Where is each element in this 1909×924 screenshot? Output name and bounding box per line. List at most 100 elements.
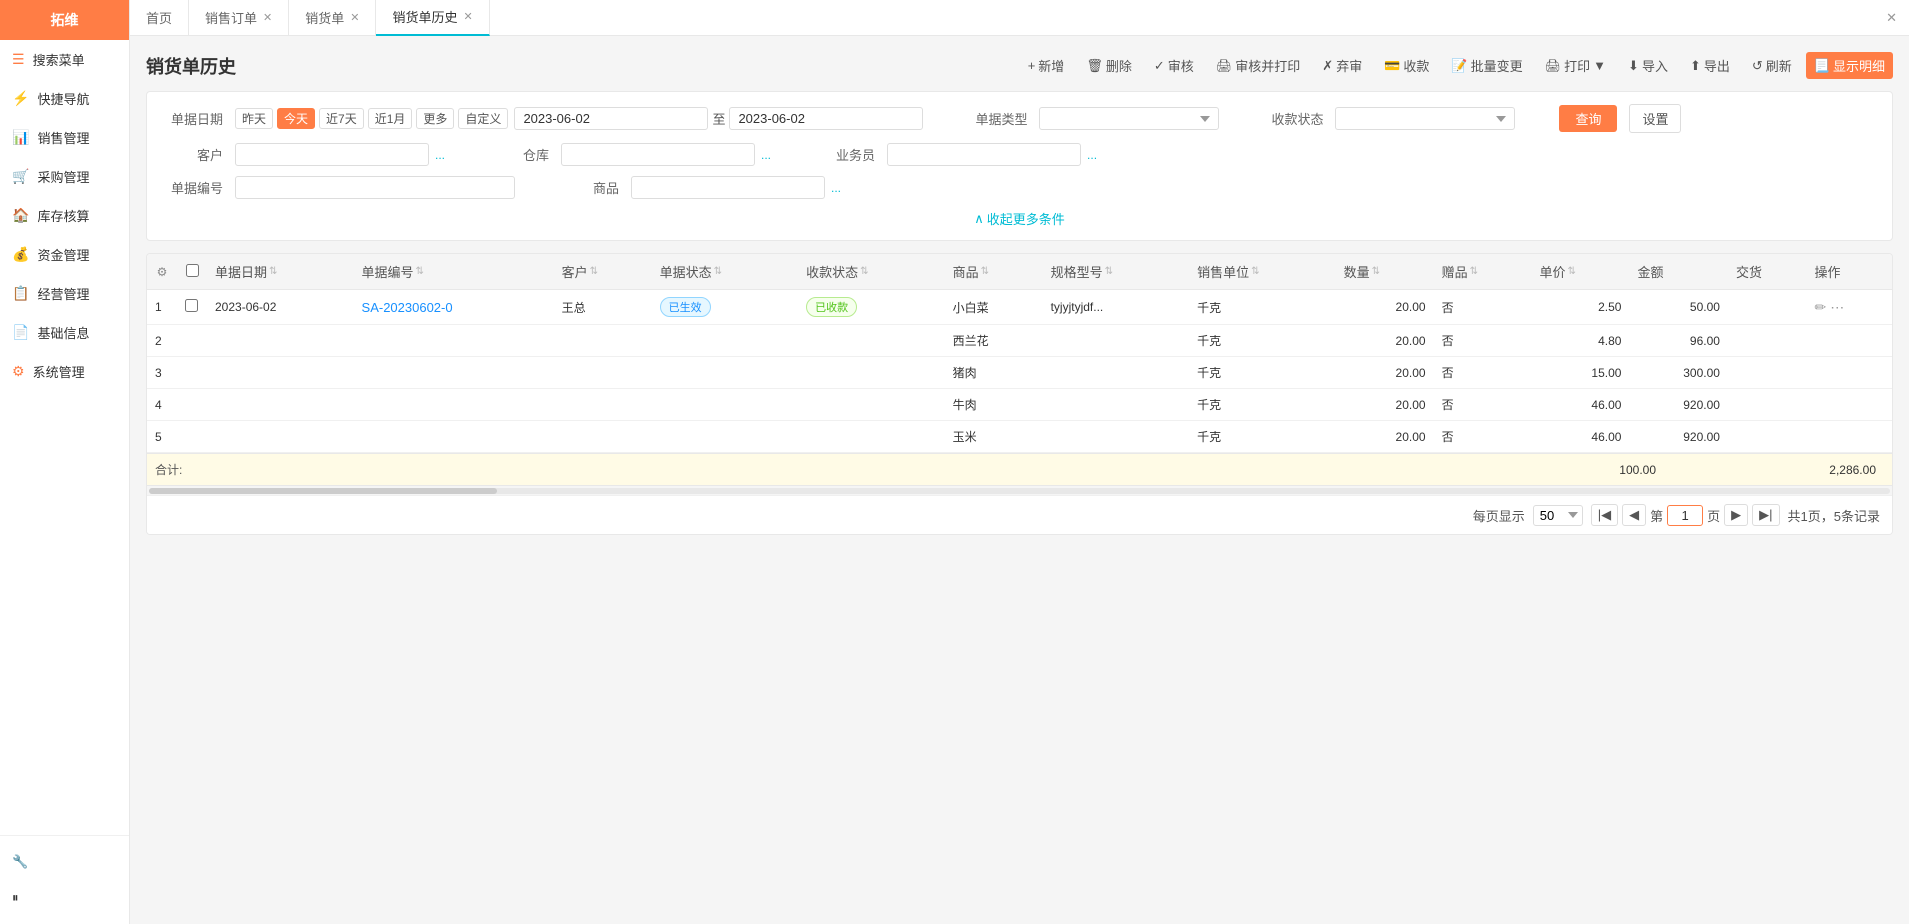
sort-icon-qty[interactable]: ⇅ xyxy=(1372,266,1380,277)
sort-icon-product[interactable]: ⇅ xyxy=(981,266,989,277)
row-product: 牛肉 xyxy=(945,389,1043,421)
print-button[interactable]: 🖨 打印 ▼ xyxy=(1537,52,1614,79)
sort-icon-customer[interactable]: ⇅ xyxy=(590,266,598,277)
next-page-btn[interactable]: ▶ xyxy=(1724,504,1748,526)
sort-icon-spec[interactable]: ⇅ xyxy=(1105,266,1113,277)
salesperson-input[interactable] xyxy=(887,143,1081,166)
row-amount: 920.00 xyxy=(1629,389,1727,421)
collect-button[interactable]: 💳 收款 xyxy=(1376,52,1437,79)
customer-input[interactable] xyxy=(235,143,429,166)
row-doc-no: SA-20230602-0 xyxy=(354,290,554,325)
warehouse-control: ... xyxy=(561,143,771,166)
sidebar-item-finance[interactable]: 💰 资金管理 xyxy=(0,235,129,274)
shortcut-1month[interactable]: 近1月 xyxy=(368,108,413,129)
page-content: 销货单历史 + 新增 🗑 删除 ✓ 审核 🖨 审核并打印 xyxy=(130,36,1909,924)
refresh-button[interactable]: ↺ 刷新 xyxy=(1744,52,1800,79)
sidebar-item-sys-mgmt[interactable]: ⚙ 系统管理 xyxy=(0,352,129,391)
warehouse-picker[interactable]: ... xyxy=(761,148,771,162)
sidebar-item-basic-info[interactable]: 📄 基础信息 xyxy=(0,313,129,352)
show-detail-button[interactable]: 📃 显示明细 xyxy=(1806,52,1893,79)
row-actions: ✏⋯ xyxy=(1806,290,1892,325)
tab-sales-delivery-close[interactable]: ✕ xyxy=(350,11,359,24)
filter-section: 单据日期 昨天 今天 近7天 近1月 更多 自定义 至 xyxy=(146,91,1893,241)
first-page-btn[interactable]: |◀ xyxy=(1591,504,1618,526)
collapse-btn[interactable]: ∧ 收起更多条件 xyxy=(974,209,1065,228)
add-button[interactable]: + 新增 xyxy=(1020,52,1073,79)
last-page-btn[interactable]: ▶| xyxy=(1752,504,1779,526)
sidebar-item-search-menu[interactable]: ☰ 搜索菜单 xyxy=(0,40,129,79)
shortcut-yesterday[interactable]: 昨天 xyxy=(235,108,273,129)
page-num-input[interactable] xyxy=(1667,505,1703,526)
delete-button[interactable]: 🗑 删除 xyxy=(1078,52,1140,79)
col-settings[interactable]: ⚙ xyxy=(147,254,177,290)
shortcut-today[interactable]: 今天 xyxy=(277,108,315,129)
row-doc-no xyxy=(354,325,554,357)
audit-button[interactable]: ✓ 审核 xyxy=(1146,52,1202,79)
row-no: 2 xyxy=(147,325,177,357)
per-page-select[interactable]: 50 20 100 xyxy=(1533,505,1583,526)
table-footer: 合计: 100.00 2,286.00 xyxy=(147,453,1892,485)
sort-icon-doc-status[interactable]: ⇅ xyxy=(714,266,722,277)
payment-status-select[interactable] xyxy=(1335,107,1515,130)
abandon-button[interactable]: ✗ 弃审 xyxy=(1314,52,1370,79)
row-deal xyxy=(1728,389,1807,421)
date-to-input[interactable] xyxy=(729,107,923,130)
export-button[interactable]: ⬆ 导出 xyxy=(1682,52,1738,79)
prev-page-btn[interactable]: ◀ xyxy=(1622,504,1646,526)
product-input[interactable] xyxy=(631,176,825,199)
sidebar-item-label: 销售管理 xyxy=(37,128,89,147)
product-picker[interactable]: ... xyxy=(831,181,841,195)
show-detail-icon: 📃 xyxy=(1814,58,1830,74)
batch-change-button[interactable]: 📝 批量变更 xyxy=(1443,52,1530,79)
shortcut-more[interactable]: 更多 xyxy=(416,108,454,129)
settings-button[interactable]: 设置 xyxy=(1629,104,1681,133)
tab-sales-delivery[interactable]: 销货单 ✕ xyxy=(289,0,376,36)
row-checkbox xyxy=(177,421,207,453)
doc-no-label: 单据编号 xyxy=(163,178,223,197)
horizontal-scrollbar[interactable] xyxy=(147,485,1892,495)
tab-sales-order[interactable]: 销售订单 ✕ xyxy=(189,0,289,36)
tab-bar-close-all[interactable]: ✕ xyxy=(1886,10,1909,26)
tab-sales-history[interactable]: 销货单历史 ✕ xyxy=(376,0,489,36)
shortcut-7days[interactable]: 近7天 xyxy=(319,108,364,129)
row-select-checkbox[interactable] xyxy=(185,299,198,312)
edit-icon[interactable]: ✏ xyxy=(1814,299,1826,316)
sidebar-bottom-btn1[interactable]: 🔧 xyxy=(0,844,129,880)
tab-sales-order-close[interactable]: ✕ xyxy=(263,11,272,24)
sort-icon-unit[interactable]: ⇅ xyxy=(1251,266,1259,277)
row-spec xyxy=(1043,357,1190,389)
sidebar-bottom-btn2[interactable]: ⏸ xyxy=(0,880,129,916)
sidebar-item-purchase[interactable]: 🛒 采购管理 xyxy=(0,157,129,196)
query-button[interactable]: 查询 xyxy=(1559,105,1617,132)
sidebar-item-sales[interactable]: 📊 销售管理 xyxy=(0,118,129,157)
sort-icon-gift[interactable]: ⇅ xyxy=(1470,266,1478,277)
sidebar-item-quick-nav[interactable]: ⚡ 快捷导航 xyxy=(0,79,129,118)
warehouse-input[interactable] xyxy=(561,143,755,166)
doc-type-select[interactable] xyxy=(1039,107,1219,130)
import-button[interactable]: ⬇ 导入 xyxy=(1620,52,1676,79)
audit-print-button[interactable]: 🖨 审核并打印 xyxy=(1208,52,1309,79)
col-deal: 交货 xyxy=(1728,254,1807,290)
salesperson-picker[interactable]: ... xyxy=(1087,148,1097,162)
tab-home[interactable]: 首页 xyxy=(130,0,189,36)
page-header: 销货单历史 + 新增 🗑 删除 ✓ 审核 🖨 审核并打印 xyxy=(146,52,1893,79)
customer-picker[interactable]: ... xyxy=(435,148,445,162)
per-page-label: 每页显示 xyxy=(1473,506,1525,525)
doc-no-link[interactable]: SA-20230602-0 xyxy=(362,300,453,315)
more-icon[interactable]: ⋯ xyxy=(1830,299,1844,316)
sidebar-item-ops[interactable]: 📋 经营管理 xyxy=(0,274,129,313)
date-from-input[interactable] xyxy=(514,107,708,130)
doc-no-input[interactable] xyxy=(235,176,515,199)
sort-icon-price[interactable]: ⇅ xyxy=(1568,266,1576,277)
row-doc-status xyxy=(652,421,799,453)
tab-sales-history-close[interactable]: ✕ xyxy=(464,10,473,23)
col-amount: 金额 xyxy=(1629,254,1727,290)
doc-no-control xyxy=(235,176,515,199)
shortcut-custom[interactable]: 自定义 xyxy=(458,108,508,129)
sort-icon-payment-status[interactable]: ⇅ xyxy=(860,266,868,277)
row-customer xyxy=(554,357,652,389)
sort-icon-doc-no[interactable]: ⇅ xyxy=(416,266,424,277)
sidebar-item-inventory[interactable]: 🏠 库存核算 xyxy=(0,196,129,235)
select-all-checkbox[interactable] xyxy=(186,264,199,277)
sort-icon-doc-date[interactable]: ⇅ xyxy=(269,266,277,277)
